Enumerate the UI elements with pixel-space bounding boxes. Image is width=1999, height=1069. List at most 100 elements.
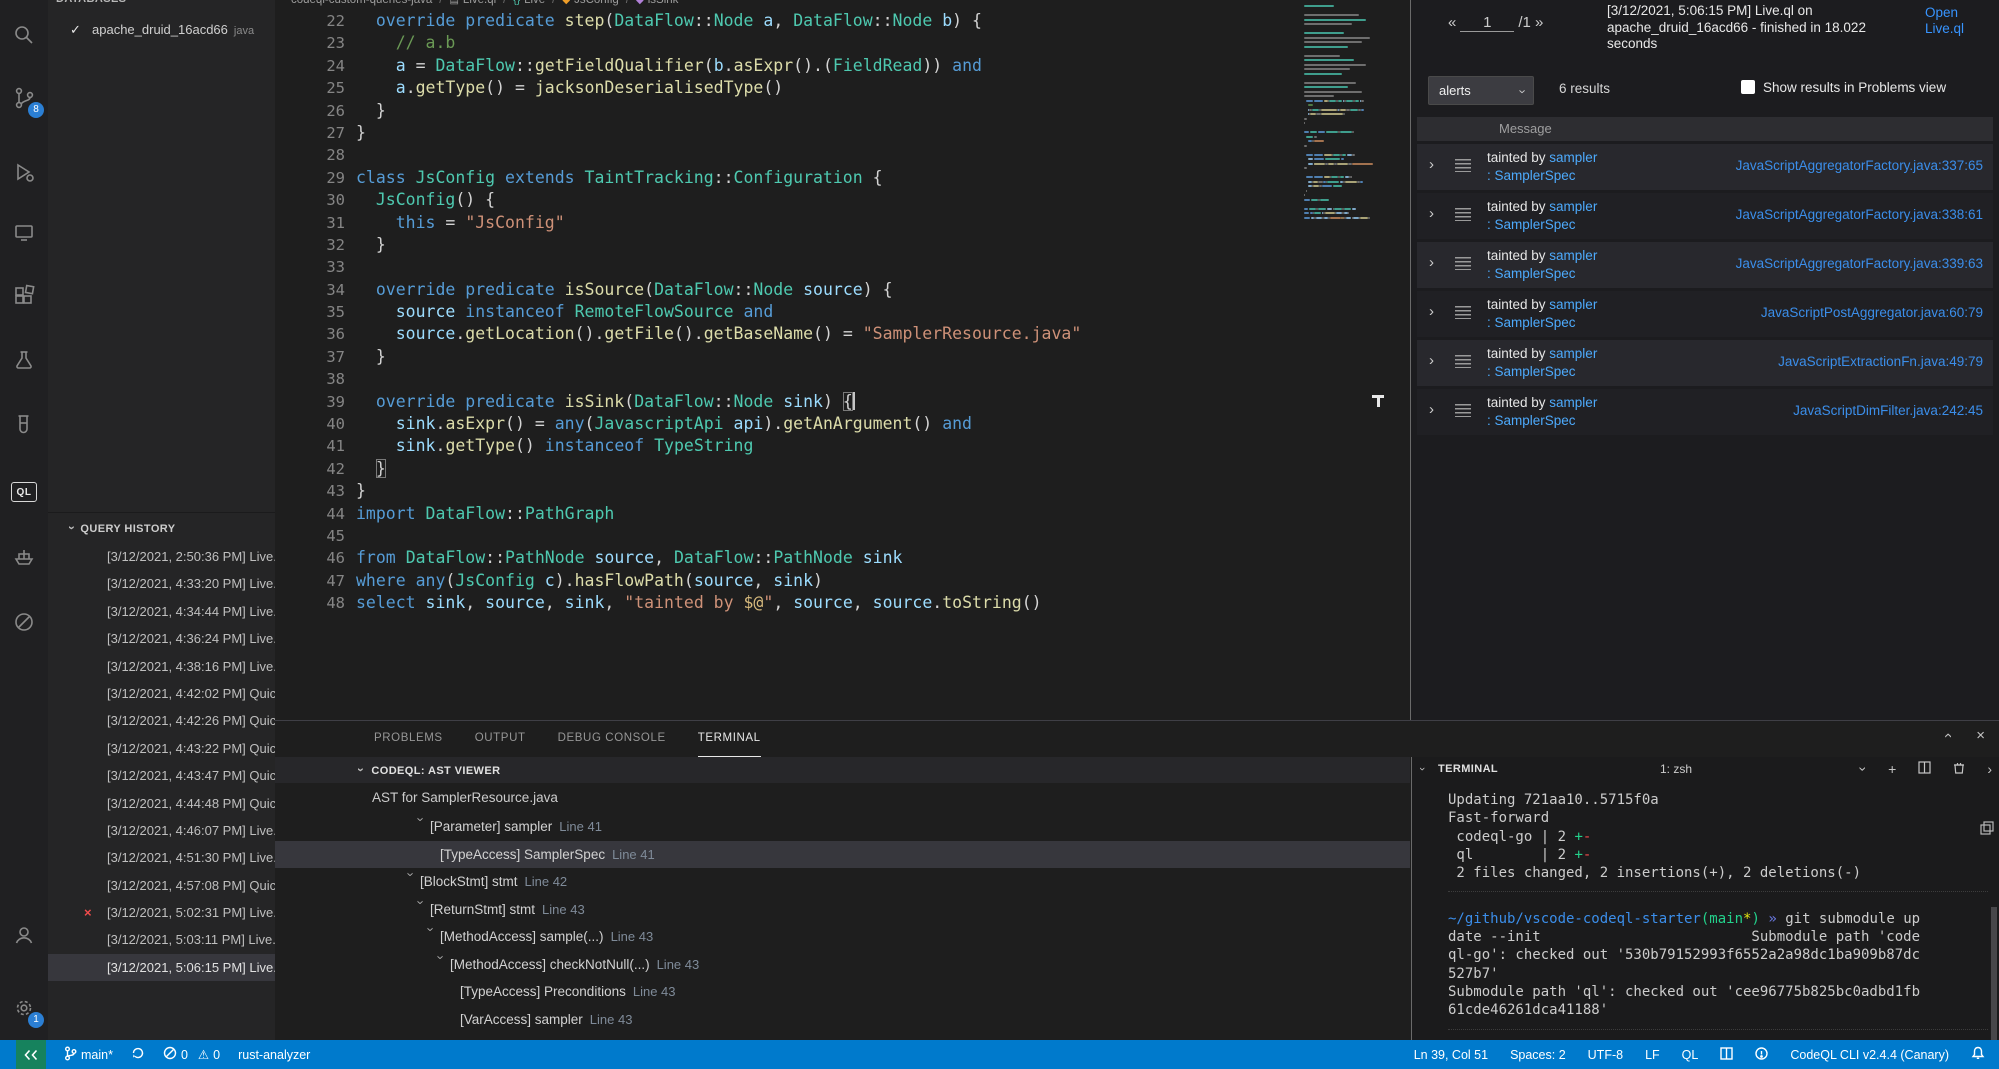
alert-location-link[interactable]: JavaScriptAggregatorFactory.java:339:63 (1736, 256, 1983, 271)
language-mode[interactable]: QL (1682, 1048, 1699, 1062)
chevron-down-icon[interactable]: › (417, 927, 445, 946)
query-history-item[interactable]: ×[3/12/2021, 5:02:31 PM] Live... (48, 899, 275, 926)
split-terminal-icon[interactable] (1918, 761, 1931, 777)
editor-layout-icon[interactable] (1720, 1047, 1733, 1063)
settings-gear-icon[interactable]: 1 (0, 984, 48, 1032)
code-line[interactable]: 47where any(JsConfig c).hasFlowPath(sour… (275, 570, 1295, 592)
account-icon[interactable] (0, 911, 48, 959)
query-history-item[interactable]: [3/12/2021, 4:42:02 PM] Quic... (48, 680, 275, 707)
pager-next-button[interactable]: » (1535, 14, 1543, 31)
query-history-item[interactable]: [3/12/2021, 4:33:20 PM] Live... (48, 570, 275, 597)
alert-message-link[interactable]: sampler (1549, 199, 1597, 214)
chevron-right-icon[interactable]: › (1429, 254, 1434, 271)
chevron-down-icon[interactable]: › (427, 955, 455, 974)
code-line[interactable]: 39 override predicate isSink(DataFlow::N… (275, 391, 1295, 413)
code-line[interactable]: 43} (275, 480, 1295, 502)
breadcrumb-item[interactable]: ◆JsConfig (562, 0, 618, 6)
circle-slash-icon[interactable] (0, 598, 48, 646)
query-history-item[interactable]: [3/12/2021, 4:38:16 PM] Live... (48, 653, 275, 680)
pager-prev-button[interactable]: « (1448, 14, 1456, 31)
database-item[interactable]: ✓ apache_druid_16acd66java (48, 16, 275, 44)
alert-message-link2[interactable]: : SamplerSpec (1487, 167, 1597, 185)
terminal-session[interactable]: 1: zsh (1660, 762, 1692, 776)
cursor-position[interactable]: Ln 39, Col 51 (1414, 1048, 1488, 1062)
codeql-cli-version[interactable]: CodeQL CLI v2.4.4 (Canary) (1790, 1048, 1949, 1062)
alert-message-link2[interactable]: : SamplerSpec (1487, 216, 1597, 234)
code-line[interactable]: 25 a.getType() = jacksonDeserialisedType… (275, 77, 1295, 99)
chevron-right-icon[interactable]: › (1429, 401, 1434, 418)
panel-tab-debug-console[interactable]: DEBUG CONSOLE (558, 721, 666, 757)
panel-tab-output[interactable]: OUTPUT (475, 721, 526, 757)
ast-node[interactable]: ›[ReturnStmt] stmtLine 43 (275, 896, 1410, 924)
query-history-item[interactable]: [3/12/2021, 5:06:15 PM] Live... (48, 954, 275, 981)
search-icon[interactable] (0, 11, 48, 59)
code-line[interactable]: 31 this = "JsConfig" (275, 212, 1295, 234)
alert-row[interactable]: ›tainted by sampler: SamplerSpecJavaScri… (1417, 340, 1993, 386)
extensions-icon[interactable] (0, 272, 48, 320)
alert-message-link[interactable]: sampler (1549, 297, 1597, 312)
alert-message-link[interactable]: sampler (1549, 395, 1597, 410)
query-history-item[interactable]: [3/12/2021, 4:36:24 PM] Live... (48, 625, 275, 652)
ast-node[interactable]: [TypeAccess] PreconditionsLine 43 (275, 978, 1410, 1006)
chevron-down-icon[interactable]: › (397, 872, 425, 891)
page-number-input[interactable]: 1 (1460, 14, 1514, 32)
query-history-item[interactable]: [3/12/2021, 4:44:48 PM] Quic... (48, 790, 275, 817)
ast-node[interactable]: [TypeAccess] SamplerSpecLine 41 (275, 841, 1410, 869)
results-view-select[interactable]: alerts› (1428, 76, 1534, 105)
code-line[interactable]: 30 JsConfig() { (275, 189, 1295, 211)
breadcrumb-item[interactable]: ▤Live.ql (449, 0, 496, 6)
ast-node[interactable]: [VarAccess] samplerLine 43 (275, 1006, 1410, 1034)
notifications-bell-icon[interactable] (1971, 1046, 1985, 1063)
alert-row[interactable]: ›tainted by sampler: SamplerSpecJavaScri… (1417, 389, 1993, 435)
chevron-right-icon[interactable]: › (1429, 352, 1434, 369)
code-line[interactable]: 35 source instanceof RemoteFlowSource an… (275, 301, 1295, 323)
ast-node[interactable]: ›[MethodAccess] checkNotNull(...)Line 43 (275, 951, 1410, 979)
alert-message-link[interactable]: sampler (1549, 150, 1597, 165)
sync-button[interactable] (131, 1046, 145, 1063)
eol[interactable]: LF (1645, 1048, 1660, 1062)
query-history-item[interactable]: [3/12/2021, 5:03:11 PM] Live... (48, 926, 275, 953)
copy-icon[interactable] (1980, 821, 1994, 838)
alert-row[interactable]: ›tainted by sampler: SamplerSpecJavaScri… (1417, 193, 1993, 239)
code-area[interactable]: 22 override predicate step(DataFlow::Nod… (275, 10, 1295, 615)
source-control-icon[interactable]: 8 (0, 74, 48, 122)
problems-view-checkbox[interactable] (1741, 80, 1755, 94)
code-line[interactable]: 40 sink.asExpr() = any(JavascriptApi api… (275, 413, 1295, 435)
ast-node[interactable]: ›[Parameter] samplerLine 41 (275, 813, 1410, 841)
alert-message-link2[interactable]: : SamplerSpec (1487, 314, 1597, 332)
remote-indicator[interactable] (16, 1040, 46, 1069)
new-terminal-icon[interactable]: + (1888, 761, 1896, 777)
problems-indicator[interactable]: 0 ⚠ 0 (163, 1046, 220, 1063)
chevron-down-icon[interactable]: › (407, 817, 435, 836)
alert-location-link[interactable]: JavaScriptDimFilter.java:242:45 (1793, 403, 1983, 418)
alert-row[interactable]: ›tainted by sampler: SamplerSpecJavaScri… (1417, 144, 1993, 190)
chevron-down-icon[interactable]: › (407, 900, 435, 919)
terminal-title[interactable]: TERMINAL (1438, 763, 1498, 775)
code-line[interactable]: 38 (275, 368, 1295, 390)
code-line[interactable]: 26 } (275, 100, 1295, 122)
alert-location-link[interactable]: JavaScriptPostAggregator.java:60:79 (1761, 305, 1983, 320)
alert-row[interactable]: ›tainted by sampler: SamplerSpecJavaScri… (1417, 291, 1993, 337)
alert-message-link2[interactable]: : SamplerSpec (1487, 363, 1597, 381)
alert-location-link[interactable]: JavaScriptExtractionFn.java:49:79 (1778, 354, 1983, 369)
ast-node[interactable]: ›[BlockStmt] stmtLine 42 (275, 868, 1410, 896)
terminal-dropdown-icon[interactable]: › (1856, 767, 1872, 772)
remote-explorer-icon[interactable] (0, 209, 48, 257)
query-history-item[interactable]: [3/12/2021, 4:42:26 PM] Quic... (48, 707, 275, 734)
kill-terminal-icon[interactable] (1953, 761, 1965, 777)
panel-more-icon[interactable]: › (1987, 761, 1992, 777)
code-line[interactable]: 41 sink.getType() instanceof TypeString (275, 435, 1295, 457)
alert-row[interactable]: ›tainted by sampler: SamplerSpecJavaScri… (1417, 242, 1993, 288)
indentation[interactable]: Spaces: 2 (1510, 1048, 1566, 1062)
code-line[interactable]: 29class JsConfig extends TaintTracking::… (275, 167, 1295, 189)
alert-location-link[interactable]: JavaScriptAggregatorFactory.java:338:61 (1736, 207, 1983, 222)
terminal-output[interactable]: Updating 721aa10..5715f0aFast-forward co… (1448, 791, 1988, 1065)
test-tube-icon[interactable] (0, 400, 48, 448)
query-history-header[interactable]: ›QUERY HISTORY (48, 513, 275, 543)
code-line[interactable]: 24 a = DataFlow::getFieldQualifier(b.asE… (275, 55, 1295, 77)
feedback-icon[interactable] (1755, 1047, 1768, 1063)
code-line[interactable]: 45 (275, 525, 1295, 547)
code-line[interactable]: 22 override predicate step(DataFlow::Nod… (275, 10, 1295, 32)
code-line[interactable]: 23 // a.b (275, 32, 1295, 54)
close-panel-icon[interactable]: × (1976, 727, 1985, 744)
